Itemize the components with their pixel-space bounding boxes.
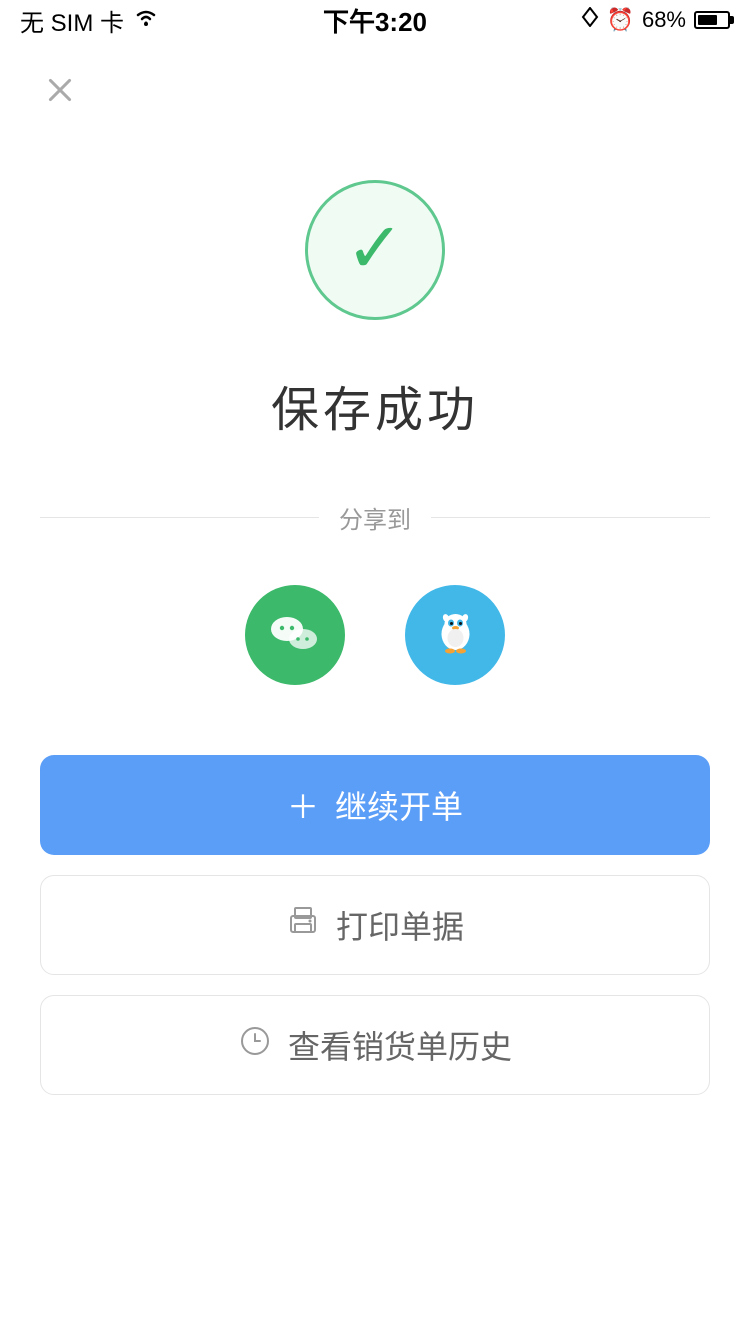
wifi-icon — [132, 6, 160, 34]
plus-icon: ＋ — [287, 782, 319, 828]
battery-icon — [694, 11, 730, 29]
continue-label: 继续开单 — [335, 782, 463, 828]
print-button[interactable]: 打印单据 — [40, 875, 710, 975]
location-icon — [581, 7, 599, 33]
no-sim-text: 无 SIM 卡 — [20, 3, 124, 38]
status-bar: 无 SIM 卡 下午3:20 ⏰ 68% — [0, 0, 750, 40]
print-label: 打印单据 — [336, 902, 464, 948]
print-icon — [286, 904, 320, 946]
checkmark-icon: ✓ — [346, 213, 405, 283]
status-right: ⏰ 68% — [581, 7, 730, 33]
action-buttons: ＋ 继续开单 打印单据 查看销货单历史 — [40, 755, 710, 1095]
wechat-icon — [265, 605, 325, 665]
main-content: ✓ 保存成功 分享到 — [0, 40, 750, 1334]
history-label: 查看销货单历史 — [288, 1022, 512, 1068]
close-button[interactable] — [30, 60, 90, 120]
success-title: 保存成功 — [271, 370, 479, 440]
alarm-icon: ⏰ — [607, 7, 634, 33]
divider-right — [431, 517, 710, 518]
divider-left — [40, 517, 319, 518]
share-divider: 分享到 — [40, 500, 710, 535]
share-label: 分享到 — [339, 500, 411, 535]
share-buttons — [245, 585, 505, 685]
status-time: 下午3:20 — [323, 2, 427, 39]
continue-button[interactable]: ＋ 继续开单 — [40, 755, 710, 855]
status-left: 无 SIM 卡 — [20, 3, 160, 38]
success-circle: ✓ — [305, 180, 445, 320]
close-icon — [42, 72, 78, 108]
share-wechat-button[interactable] — [245, 585, 345, 685]
history-icon — [238, 1024, 272, 1066]
battery-percent: 68% — [642, 7, 686, 33]
qq-icon — [428, 608, 483, 663]
share-qq-button[interactable] — [405, 585, 505, 685]
history-button[interactable]: 查看销货单历史 — [40, 995, 710, 1095]
